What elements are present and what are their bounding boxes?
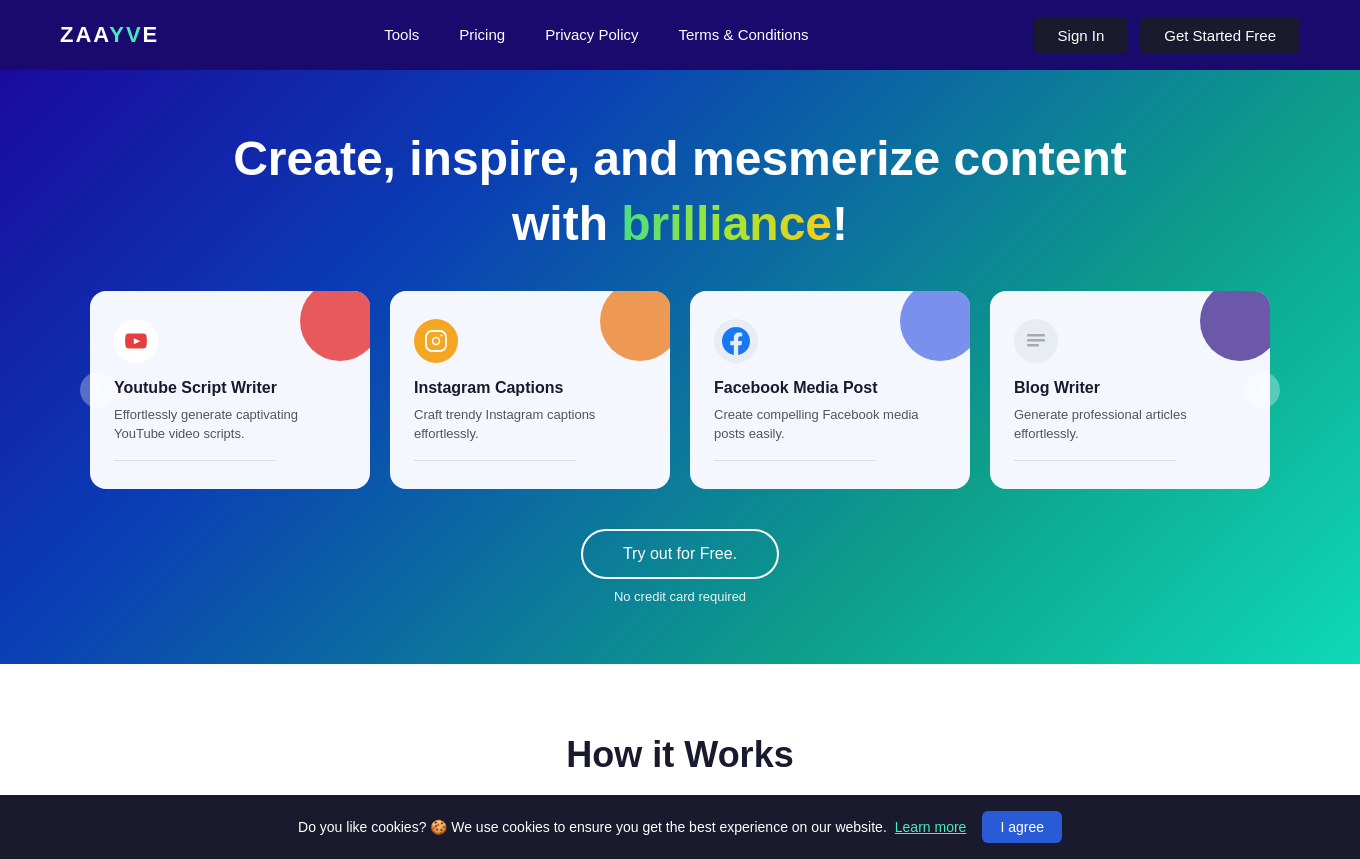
cookie-text: Do you like cookies? 🍪 We use cookies to…: [298, 819, 887, 835]
hero-highlight: brilliance: [621, 197, 832, 250]
carousel: ‹ Youtube Script Writer Effortlessly gen…: [80, 291, 1280, 489]
nav-item-pricing[interactable]: Pricing: [459, 26, 505, 44]
get-started-button[interactable]: Get Started Free: [1140, 17, 1300, 54]
nav-link-tools[interactable]: Tools: [384, 26, 419, 43]
signin-button[interactable]: Sign In: [1034, 17, 1129, 54]
svg-point-2: [441, 334, 443, 336]
navbar: ZAAYVE Tools Pricing Privacy Policy Term…: [0, 0, 1360, 70]
card-youtube-desc: Effortlessly generate captivating YouTub…: [114, 405, 346, 444]
card-divider: [114, 460, 276, 461]
logo: ZAAYVE: [60, 22, 159, 48]
nav-links: Tools Pricing Privacy Policy Terms & Con…: [384, 26, 808, 44]
svg-rect-4: [1027, 339, 1045, 342]
card-instagram-title: Instagram Captions: [414, 379, 646, 397]
card-divider: [714, 460, 876, 461]
svg-rect-1: [426, 331, 446, 351]
card-divider: [414, 460, 576, 461]
nav-actions: Sign In Get Started Free: [1034, 17, 1300, 54]
how-it-works-title: How it Works: [60, 734, 1300, 776]
hero-suffix: !: [832, 197, 848, 250]
card-blob-facebook: [900, 291, 970, 361]
card-blob-youtube: [300, 291, 370, 361]
carousel-prev-button[interactable]: ‹: [80, 372, 116, 408]
carousel-track: Youtube Script Writer Effortlessly gener…: [100, 291, 1260, 489]
facebook-icon-wrapper: [714, 319, 758, 363]
card-instagram-desc: Craft trendy Instagram captions effortle…: [414, 405, 646, 444]
hero-cta: Try out for Free. No credit card require…: [581, 529, 779, 604]
nav-item-privacy[interactable]: Privacy Policy: [545, 26, 638, 44]
card-facebook: Facebook Media Post Create compelling Fa…: [690, 291, 970, 489]
hero-section: Create, inspire, and mesmerize content w…: [0, 70, 1360, 664]
card-blog-title: Blog Writer: [1014, 379, 1246, 397]
card-blob-blog: [1200, 291, 1270, 361]
try-free-button[interactable]: Try out for Free.: [581, 529, 779, 579]
hero-subtitle: with brilliance!: [512, 196, 848, 251]
svg-rect-3: [1027, 334, 1045, 337]
nav-link-terms[interactable]: Terms & Conditions: [679, 26, 809, 43]
nav-link-privacy[interactable]: Privacy Policy: [545, 26, 638, 43]
blog-icon: [1024, 329, 1048, 353]
carousel-next-button[interactable]: ›: [1244, 372, 1280, 408]
blog-icon-wrapper: [1014, 319, 1058, 363]
facebook-icon: [722, 327, 750, 355]
cookie-banner: Do you like cookies? 🍪 We use cookies to…: [0, 795, 1360, 859]
hero-title: Create, inspire, and mesmerize content: [233, 130, 1127, 188]
card-youtube-title: Youtube Script Writer: [114, 379, 346, 397]
youtube-icon: [123, 328, 149, 354]
hero-subtitle-prefix: with: [512, 197, 621, 250]
card-instagram: Instagram Captions Craft trendy Instagra…: [390, 291, 670, 489]
card-divider: [1014, 460, 1176, 461]
card-youtube: Youtube Script Writer Effortlessly gener…: [90, 291, 370, 489]
youtube-icon-wrapper: [114, 319, 158, 363]
instagram-icon: [424, 329, 448, 353]
card-facebook-desc: Create compelling Facebook media posts e…: [714, 405, 946, 444]
logo-accent: YV: [109, 22, 142, 47]
nav-item-terms[interactable]: Terms & Conditions: [679, 26, 809, 44]
card-blog: Blog Writer Generate professional articl…: [990, 291, 1270, 489]
no-credit-text: No credit card required: [614, 589, 746, 604]
nav-item-tools[interactable]: Tools: [384, 26, 419, 44]
cookie-learn-more-link[interactable]: Learn more: [895, 819, 967, 835]
logo-text-end: E: [143, 22, 160, 47]
card-facebook-title: Facebook Media Post: [714, 379, 946, 397]
cookie-agree-button[interactable]: I agree: [982, 811, 1062, 843]
svg-rect-5: [1027, 344, 1039, 347]
nav-link-pricing[interactable]: Pricing: [459, 26, 505, 43]
card-blog-desc: Generate professional articles effortles…: [1014, 405, 1246, 444]
svg-point-0: [433, 337, 440, 344]
logo-text: ZAA: [60, 22, 109, 47]
card-blob-instagram: [600, 291, 670, 361]
instagram-icon-wrapper: [414, 319, 458, 363]
